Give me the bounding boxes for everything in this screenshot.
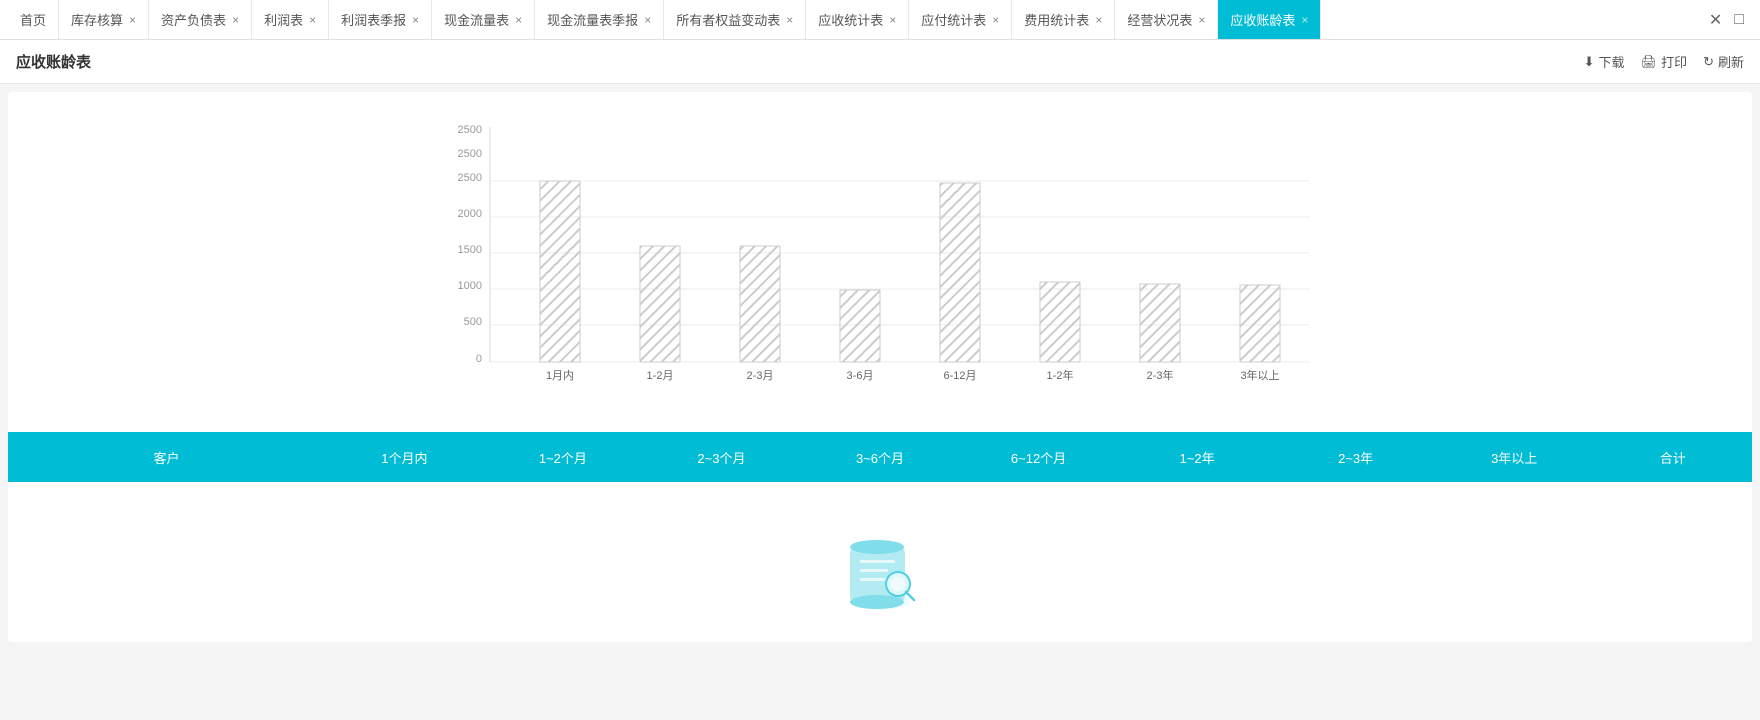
tab-profit-quarterly-close[interactable]: × [412, 13, 419, 27]
tab-profit-close[interactable]: × [309, 13, 316, 27]
bar-2-3year [1140, 284, 1180, 362]
svg-text:1-2月: 1-2月 [647, 370, 674, 382]
svg-text:1月内: 1月内 [546, 368, 574, 382]
col-6-12month: 6~12个月 [959, 448, 1118, 467]
bar-1-2month [640, 246, 680, 362]
tab-equity-change[interactable]: 所有者权益变动表 × [664, 0, 806, 40]
maximize-button[interactable]: □ [1734, 11, 1744, 29]
tab-cashflow-label: 现金流量表 [444, 10, 509, 29]
print-label: 打印 [1661, 52, 1687, 71]
tab-balance-sheet[interactable]: 资产负债表 × [149, 0, 252, 40]
tab-cashflow-close[interactable]: × [515, 13, 522, 27]
tab-ar-stats[interactable]: 应收统计表 × [806, 0, 909, 40]
svg-text:1000: 1000 [458, 280, 482, 292]
col-3plus-year: 3年以上 [1435, 448, 1594, 467]
svg-text:2500: 2500 [458, 124, 482, 136]
tab-profit[interactable]: 利润表 × [252, 0, 329, 40]
refresh-label: 刷新 [1718, 52, 1744, 71]
tab-cashflow-quarterly-label: 现金流量表季报 [547, 10, 638, 29]
tab-operation-label: 经营状况表 [1127, 10, 1192, 29]
tab-inventory-close[interactable]: × [129, 13, 136, 27]
bar-3-6month [840, 290, 880, 362]
tab-ap-stats[interactable]: 应付统计表 × [909, 0, 1012, 40]
svg-text:6-12月: 6-12月 [943, 370, 976, 382]
refresh-button[interactable]: ↻ 刷新 [1703, 52, 1744, 71]
print-button[interactable]: 🖨 打印 [1641, 52, 1688, 71]
svg-text:1500: 1500 [458, 244, 482, 256]
empty-icon [830, 522, 930, 622]
col-2-3month: 2~3个月 [642, 448, 801, 467]
download-icon: ⬇ [1584, 54, 1595, 70]
tab-ar-aging[interactable]: 应收账龄表 × [1218, 0, 1321, 40]
header-actions: ⬇ 下载 🖨 打印 ↻ 刷新 [1584, 52, 1744, 71]
print-icon: 🖨 [1641, 54, 1658, 70]
tab-profit-quarterly[interactable]: 利润表季报 × [329, 0, 432, 40]
tab-operation-close[interactable]: × [1198, 13, 1205, 27]
bar-1-2year [1040, 282, 1080, 362]
tab-ar-stats-label: 应收统计表 [818, 10, 883, 29]
bar-chart: 0 500 1000 1500 2000 2500 2500 2500 [38, 117, 1722, 407]
tab-inventory-label: 库存核算 [71, 10, 123, 29]
tab-operation[interactable]: 经营状况表 × [1115, 0, 1218, 40]
svg-text:2500: 2500 [458, 148, 482, 160]
tab-profit-label: 利润表 [264, 10, 303, 29]
tab-profit-quarterly-label: 利润表季报 [341, 10, 406, 29]
svg-text:2000: 2000 [458, 208, 482, 220]
tab-ar-aging-close[interactable]: × [1301, 13, 1308, 27]
tab-ar-stats-close[interactable]: × [889, 13, 896, 27]
main-content: 0 500 1000 1500 2000 2500 2500 2500 [8, 92, 1752, 642]
bar-2-3month [740, 246, 780, 362]
page-header: 应收账龄表 ⬇ 下载 🖨 打印 ↻ 刷新 [0, 40, 1760, 84]
tab-bar: 首页 库存核算 × 资产负债表 × 利润表 × 利润表季报 × 现金流量表 × … [0, 0, 1760, 40]
svg-text:3-6月: 3-6月 [847, 370, 874, 382]
col-1-2year: 1~2年 [1118, 448, 1277, 467]
tab-ap-stats-label: 应付统计表 [921, 10, 986, 29]
col-total: 合计 [1593, 448, 1752, 467]
col-1month: 1个月内 [325, 448, 484, 467]
svg-text:500: 500 [464, 316, 482, 328]
page-title: 应收账龄表 [16, 51, 91, 72]
svg-text:2-3年: 2-3年 [1147, 368, 1174, 382]
bar-3plus-year [1240, 285, 1280, 362]
svg-text:2-3月: 2-3月 [747, 370, 774, 382]
col-2-3year: 2~3年 [1276, 448, 1435, 467]
tab-equity-change-label: 所有者权益变动表 [676, 10, 780, 29]
tab-balance-sheet-close[interactable]: × [232, 13, 239, 27]
tab-expense-stats[interactable]: 费用统计表 × [1012, 0, 1115, 40]
col-customer: 客户 [8, 448, 325, 467]
tab-home[interactable]: 首页 [8, 0, 59, 40]
minimize-button[interactable]: ✕ [1709, 10, 1722, 30]
download-button[interactable]: ⬇ 下载 [1584, 52, 1625, 71]
tab-expense-stats-close[interactable]: × [1095, 13, 1102, 27]
svg-text:1-2年: 1-2年 [1047, 368, 1074, 382]
tab-expense-stats-label: 费用统计表 [1024, 10, 1089, 29]
svg-text:2500: 2500 [458, 172, 482, 184]
chart-container: 0 500 1000 1500 2000 2500 2500 2500 [38, 112, 1722, 412]
refresh-icon: ↻ [1703, 54, 1714, 70]
tab-cashflow[interactable]: 现金流量表 × [432, 0, 535, 40]
col-1-2month: 1~2个月 [484, 448, 643, 467]
tab-cashflow-quarterly-close[interactable]: × [644, 13, 651, 27]
tab-inventory[interactable]: 库存核算 × [59, 0, 149, 40]
col-3-6month: 3~6个月 [801, 448, 960, 467]
download-label: 下载 [1599, 52, 1625, 71]
tab-ar-aging-label: 应收账龄表 [1230, 10, 1295, 29]
chart-area: 0 500 1000 1500 2000 2500 2500 2500 [8, 92, 1752, 432]
svg-text:0: 0 [476, 353, 482, 365]
table-header: 客户 1个月内 1~2个月 2~3个月 3~6个月 6~12个月 1~2年 2~… [8, 432, 1752, 482]
bar-6-12month [940, 183, 980, 362]
tab-equity-change-close[interactable]: × [786, 13, 793, 27]
tab-cashflow-quarterly[interactable]: 现金流量表季报 × [535, 0, 664, 40]
empty-state [8, 482, 1752, 642]
svg-text:3年以上: 3年以上 [1240, 368, 1279, 382]
window-controls: ✕ □ [1709, 10, 1752, 30]
tab-balance-sheet-label: 资产负债表 [161, 10, 226, 29]
bar-1month [540, 181, 580, 362]
tab-ap-stats-close[interactable]: × [992, 13, 999, 27]
